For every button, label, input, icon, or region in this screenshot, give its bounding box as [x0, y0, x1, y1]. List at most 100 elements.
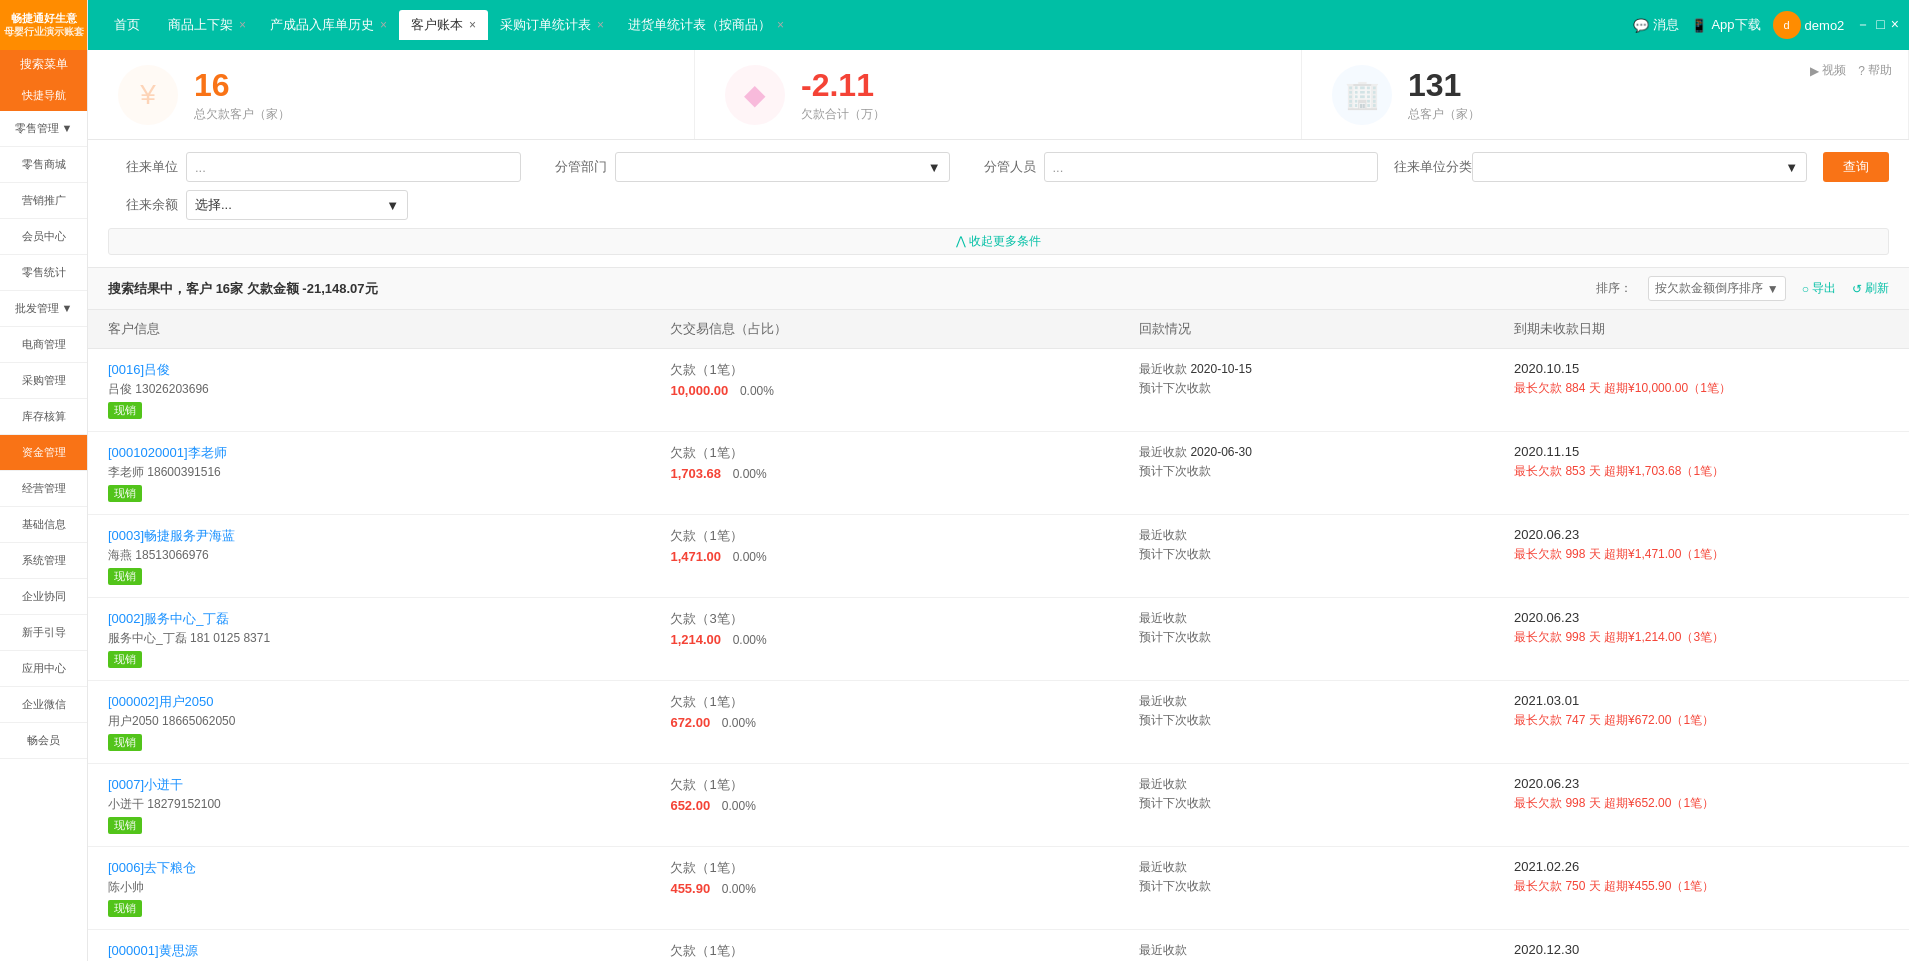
balance-field: 往来余额 选择... ▼ — [108, 190, 408, 220]
message-btn[interactable]: 💬 消息 — [1633, 16, 1679, 34]
overdue-info-000002: 最长欠款 747 天 超期¥672.00（1笔） — [1514, 712, 1889, 729]
tab-production-history[interactable]: 产成品入库单历史 × — [258, 10, 399, 40]
col-debt-info: 欠交易信息（占比） — [670, 320, 1139, 338]
source-unit-input[interactable]: ... — [186, 152, 521, 182]
sidebar-item-enterprise[interactable]: 企业协同 — [0, 579, 87, 615]
table-area: 客户信息 欠交易信息（占比） 回款情况 到期未收款日期 [0016]吕俊 吕俊 … — [88, 310, 1909, 961]
table-row: [0016]吕俊 吕俊 13026203696 现销 欠款（1笔） 10,000… — [88, 349, 1909, 432]
unit-category-select[interactable]: ▼ — [1472, 152, 1807, 182]
customer-cell-0003: [0003]畅捷服务尹海蓝 海燕 18513066976 现销 — [108, 527, 670, 585]
sidebar-item-retail-shop[interactable]: 零售商城 — [0, 147, 87, 183]
dept-arrow-icon: ▼ — [928, 160, 941, 175]
win-close-btn[interactable]: × — [1891, 16, 1899, 34]
refresh-btn[interactable]: ↺ 刷新 — [1852, 280, 1889, 297]
customer-name-0002[interactable]: [0002]服务中心_丁磊 — [108, 611, 229, 626]
tab-production-history-close[interactable]: × — [380, 18, 387, 32]
quick-nav-btn[interactable]: 快捷导航 — [0, 79, 87, 111]
search-btn[interactable]: 查询 — [1823, 152, 1889, 182]
overdue-link-000002[interactable]: 超期¥672.00（1笔） — [1604, 713, 1714, 727]
balance-select[interactable]: 选择... ▼ — [186, 190, 408, 220]
sidebar-item-wechat[interactable]: 企业微信 — [0, 687, 87, 723]
overdue-link-0007[interactable]: 超期¥652.00（1笔） — [1604, 796, 1714, 810]
customer-name-0006[interactable]: [0006]去下粮仓 — [108, 860, 196, 875]
tab-purchase-order-stat-close[interactable]: × — [597, 18, 604, 32]
video-btn[interactable]: ▶ 视频 — [1810, 62, 1846, 79]
sidebar-item-newbie[interactable]: 新手引导 — [0, 615, 87, 651]
customer-name-0016[interactable]: [0016]吕俊 — [108, 362, 170, 377]
overdue-link-0002[interactable]: 超期¥1,214.00（3笔） — [1604, 630, 1724, 644]
due-cell-0016: 2020.10.15 最长欠款 884 天 超期¥10,000.00（1笔） — [1514, 361, 1889, 397]
tab-product-listing-close[interactable]: × — [239, 18, 246, 32]
tab-purchase-order-stat[interactable]: 采购订单统计表 × — [488, 10, 616, 40]
customer-name-000001[interactable]: [000001]黄思源 — [108, 943, 198, 958]
export-btn[interactable]: ○ 导出 — [1802, 280, 1836, 297]
table-row: [000001]黄思源 黄思源 13552700226 现销 欠款（1笔） 42… — [88, 930, 1909, 961]
sidebar-item-basic-info[interactable]: 基础信息 — [0, 507, 87, 543]
tab-production-history-label: 产成品入库单历史 — [270, 16, 374, 34]
sidebar-item-member[interactable]: 会员中心 — [0, 219, 87, 255]
person-input[interactable]: ... — [1044, 152, 1379, 182]
win-maximize-btn[interactable]: □ — [1876, 16, 1884, 34]
sidebar-item-operation[interactable]: 经营管理 — [0, 471, 87, 507]
sidebar-item-vip[interactable]: 畅会员 — [0, 723, 87, 759]
last-payment-0006: 最近收款 — [1139, 859, 1514, 876]
collapse-icon: ⋀ — [956, 234, 969, 248]
customer-tag-0016: 现销 — [108, 402, 142, 419]
debt-count-0001020001: 欠款（1笔） — [670, 444, 1139, 462]
sidebar-item-batch-mgmt[interactable]: 批发管理 ▼ — [0, 291, 87, 327]
customer-sub-0002: 服务中心_丁磊 181 0125 8371 — [108, 630, 670, 647]
app-logo: 畅捷通好生意 母婴行业演示账套 — [0, 0, 87, 50]
due-date-0002: 2020.06.23 — [1514, 610, 1889, 625]
sort-select[interactable]: 按欠款金额倒序排序 ▼ — [1648, 276, 1786, 301]
customer-cell-0002: [0002]服务中心_丁磊 服务中心_丁磊 181 0125 8371 现销 — [108, 610, 670, 668]
collapse-btn[interactable]: ⋀ 收起更多条件 — [108, 228, 1889, 255]
help-btn[interactable]: ? 帮助 — [1858, 62, 1892, 79]
dept-select[interactable]: ▼ — [615, 152, 950, 182]
overdue-link-0016[interactable]: 超期¥10,000.00（1笔） — [1604, 381, 1731, 395]
table-row: [0002]服务中心_丁磊 服务中心_丁磊 181 0125 8371 现销 欠… — [88, 598, 1909, 681]
tab-product-listing[interactable]: 商品上下架 × — [156, 10, 258, 40]
overdue-link-0001020001[interactable]: 超期¥1,703.68（1笔） — [1604, 464, 1724, 478]
customer-name-0001020001[interactable]: [0001020001]李老师 — [108, 445, 227, 460]
customer-name-0003[interactable]: [0003]畅捷服务尹海蓝 — [108, 528, 235, 543]
customer-cell-000001: [000001]黄思源 黄思源 13552700226 现销 — [108, 942, 670, 961]
tab-product-listing-label: 商品上下架 — [168, 16, 233, 34]
overdue-link-0006[interactable]: 超期¥455.90（1笔） — [1604, 879, 1714, 893]
customer-cell-0016: [0016]吕俊 吕俊 13026203696 现销 — [108, 361, 670, 419]
app-download-btn[interactable]: 📱 App下载 — [1691, 16, 1760, 34]
user-menu[interactable]: d demo2 — [1773, 11, 1845, 39]
win-minimize-btn[interactable]: － — [1856, 16, 1870, 34]
customer-sub-0001020001: 李老师 18600391516 — [108, 464, 670, 481]
tab-home[interactable]: 首页 — [98, 10, 156, 40]
sidebar-item-system[interactable]: 系统管理 — [0, 543, 87, 579]
sidebar-item-ecommerce[interactable]: 电商管理 — [0, 327, 87, 363]
result-bar: 搜索结果中，客户 16家 欠款金额 -21,148.07元 排序： 按欠款金额倒… — [88, 268, 1909, 310]
sidebar-item-retail-stat[interactable]: 零售统计 — [0, 255, 87, 291]
debt-customers-number: 16 — [194, 67, 290, 104]
debt-count-0002: 欠款（3笔） — [670, 610, 1139, 628]
tab-customer-account-close[interactable]: × — [469, 18, 476, 32]
sidebar-item-app-center[interactable]: 应用中心 — [0, 651, 87, 687]
result-customer-count: 16家 — [216, 281, 243, 296]
sidebar-item-finance[interactable]: 资金管理 — [0, 435, 87, 471]
customer-tag-000002: 现销 — [108, 734, 142, 751]
tab-purchase-stat-by-product-close[interactable]: × — [777, 18, 784, 32]
tab-customer-account[interactable]: 客户账本 × — [399, 10, 488, 40]
customer-name-000002[interactable]: [000002]用户2050 — [108, 694, 214, 709]
sidebar-item-retail-mgmt[interactable]: 零售管理 ▼ — [0, 111, 87, 147]
sidebar-item-marketing[interactable]: 营销推广 — [0, 183, 87, 219]
last-payment-0002: 最近收款 — [1139, 610, 1514, 627]
sort-label: 排序： — [1596, 280, 1632, 297]
result-debt-prefix: 欠款金额 — [247, 281, 299, 296]
sidebar-item-purchase[interactable]: 采购管理 — [0, 363, 87, 399]
user-avatar: d — [1773, 11, 1801, 39]
overdue-link-0003[interactable]: 超期¥1,471.00（1笔） — [1604, 547, 1724, 561]
tab-purchase-stat-by-product[interactable]: 进货单统计表（按商品） × — [616, 10, 796, 40]
customer-name-0007[interactable]: [0007]小迸干 — [108, 777, 183, 792]
search-menu-btn[interactable]: 搜索菜单 — [0, 50, 87, 79]
sidebar-item-inventory[interactable]: 库存核算 — [0, 399, 87, 435]
col-customer-info: 客户信息 — [108, 320, 670, 338]
table-header: 客户信息 欠交易信息（占比） 回款情况 到期未收款日期 — [88, 310, 1909, 349]
debt-cell-0002: 欠款（3笔） 1,214.00 0.00% — [670, 610, 1139, 647]
debt-count-000001: 欠款（1笔） — [670, 942, 1139, 960]
